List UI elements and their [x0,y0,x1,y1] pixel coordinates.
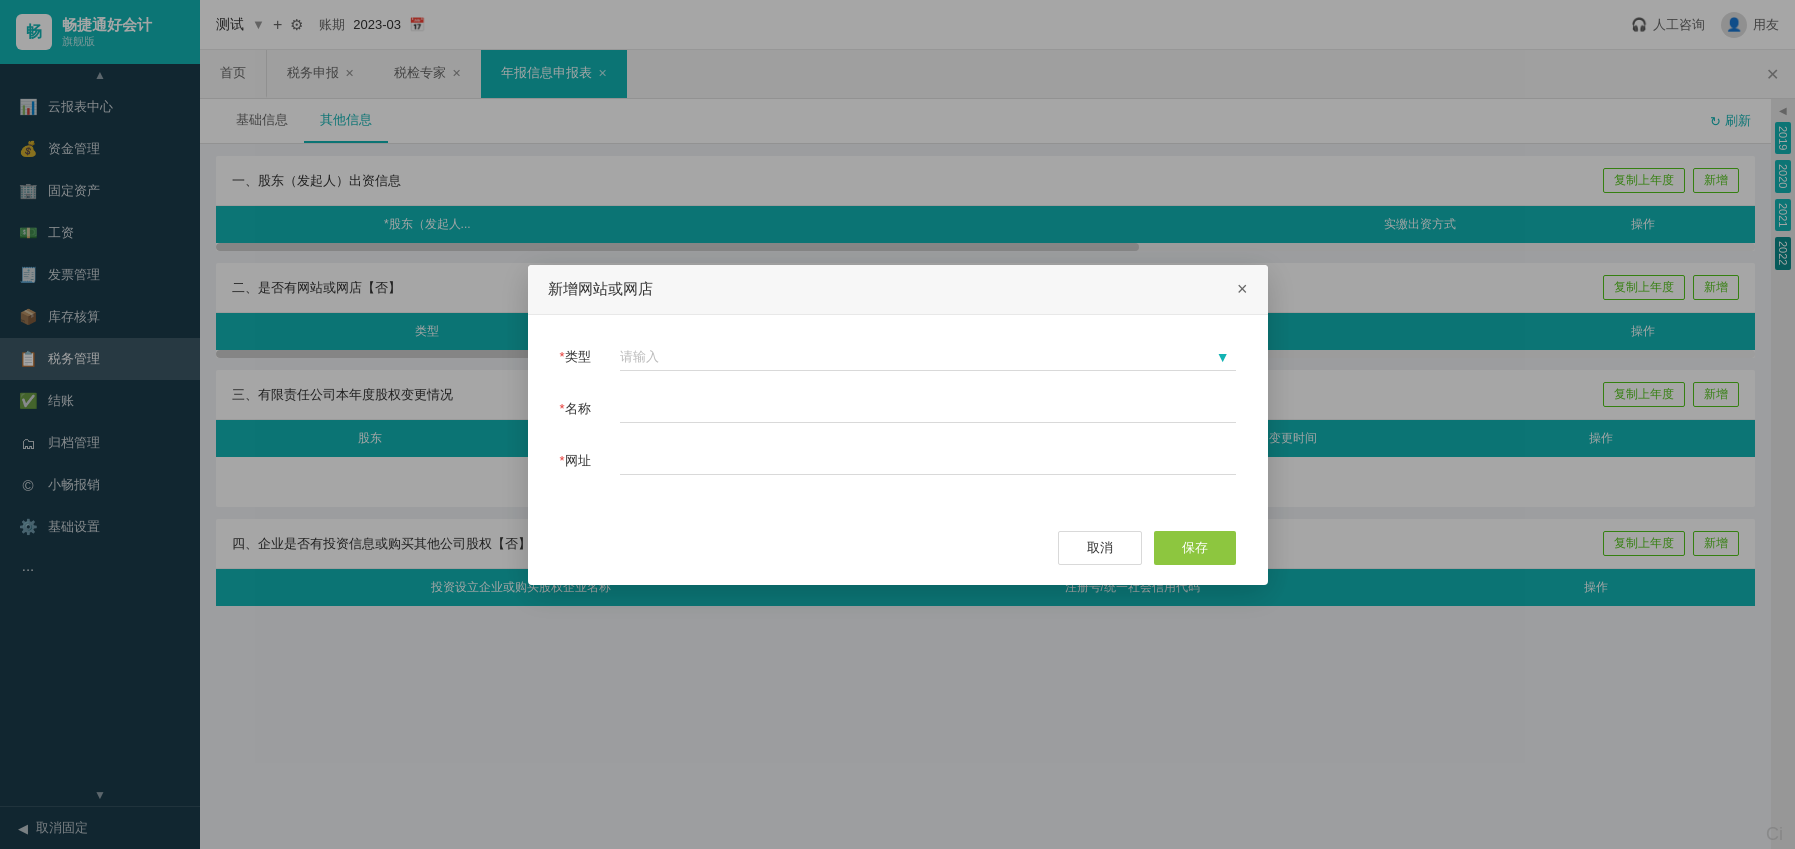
form-control-type: ▼ [620,343,1236,371]
type-input[interactable] [620,343,1236,371]
form-label-type: *类型 [560,348,620,366]
form-row-name: *名称 [560,395,1236,423]
form-row-url: *网址 [560,447,1236,475]
dialog-header: 新增网站或网店 × [528,265,1268,315]
form-row-type: *类型 ▼ [560,343,1236,371]
dropdown-arrow-icon[interactable]: ▼ [1216,349,1230,365]
form-label-name: *名称 [560,400,620,418]
save-button[interactable]: 保存 [1154,531,1236,565]
dialog-title: 新增网站或网店 [548,280,653,299]
form-control-url [620,447,1236,475]
dialog-add-website: 新增网站或网店 × *类型 ▼ *名称 [528,265,1268,585]
form-label-url: *网址 [560,452,620,470]
name-input[interactable] [620,395,1236,423]
cancel-button[interactable]: 取消 [1058,531,1142,565]
url-input[interactable] [620,447,1236,475]
form-control-name [620,395,1236,423]
dialog-close-button[interactable]: × [1237,279,1248,300]
dialog-footer: 取消 保存 [528,519,1268,585]
dialog-body: *类型 ▼ *名称 *网址 [528,315,1268,519]
modal-overlay: 新增网站或网店 × *类型 ▼ *名称 [0,0,1795,849]
